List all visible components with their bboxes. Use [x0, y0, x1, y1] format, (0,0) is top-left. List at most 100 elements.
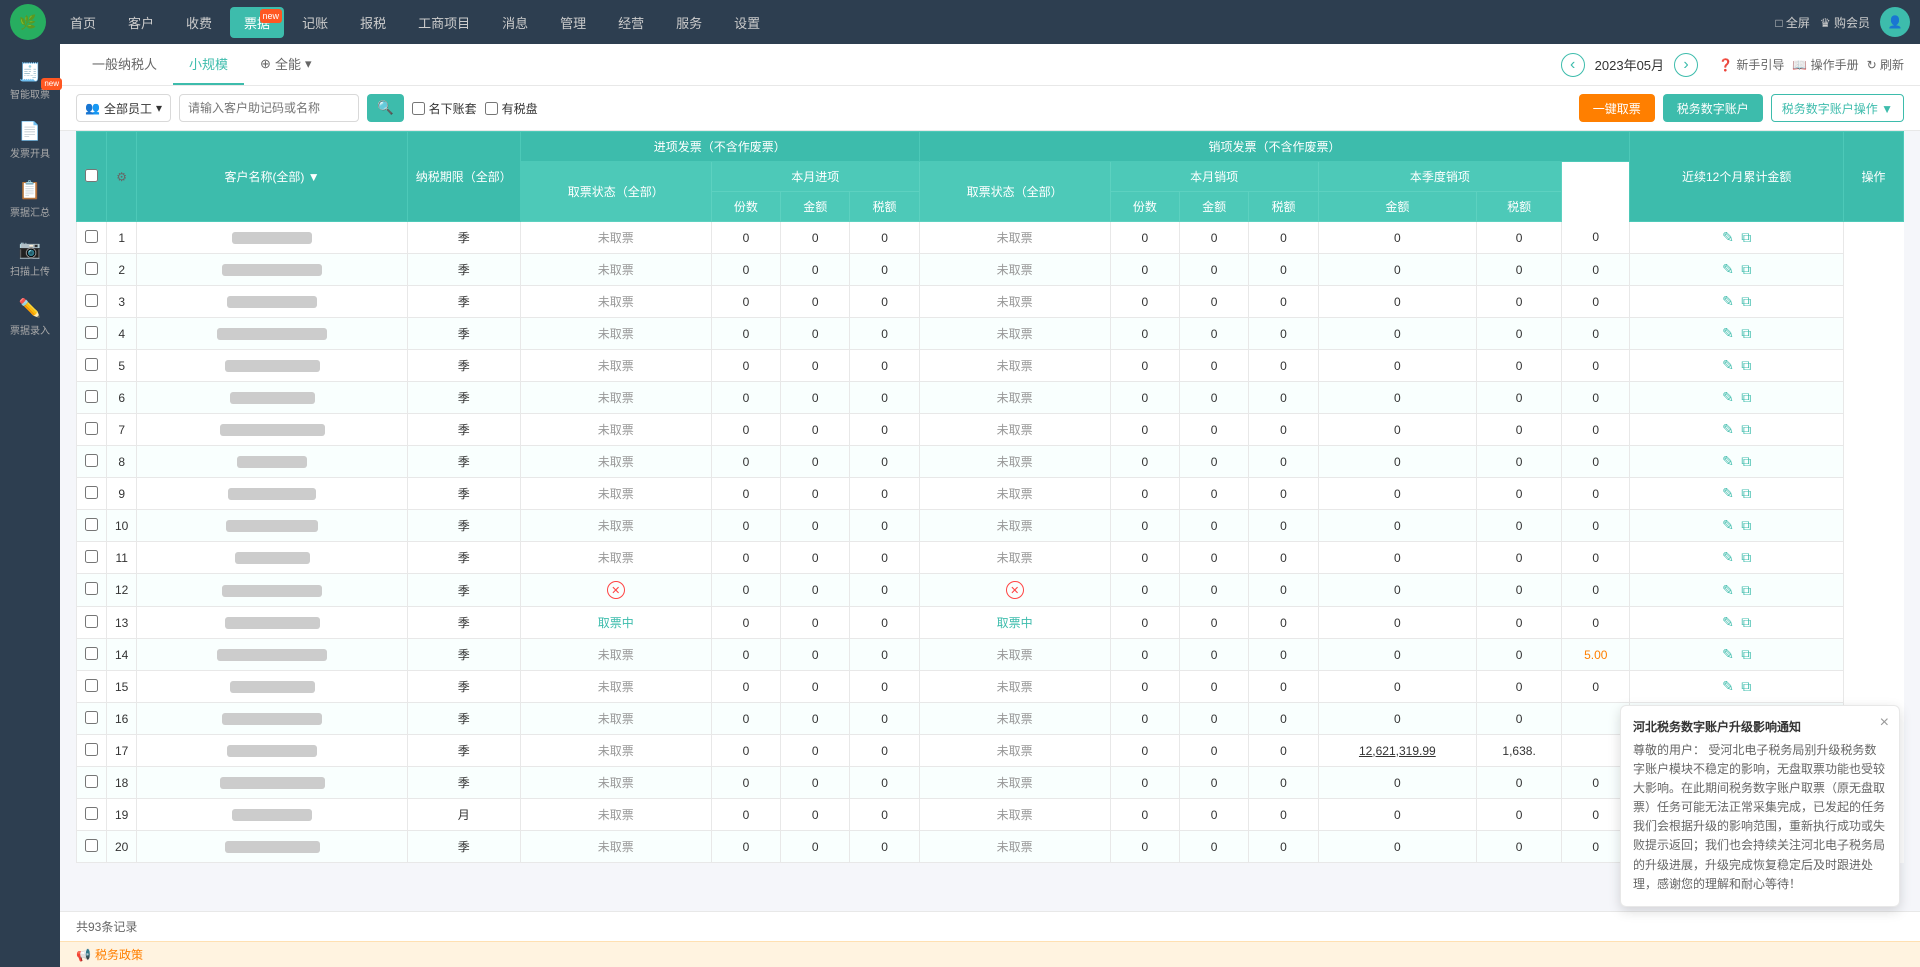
row-checkbox[interactable] — [85, 518, 98, 531]
tab-small-scale[interactable]: 小规模 — [173, 44, 244, 85]
one-click-ticket-btn[interactable]: 一键取票 — [1579, 94, 1655, 122]
copy-icon[interactable]: ⧉ — [1741, 646, 1751, 662]
sidebar-smart-ticket[interactable]: 🧾 智能取票 new — [2, 54, 58, 109]
edit-icon[interactable]: ✎ — [1722, 582, 1734, 598]
edit-icon[interactable]: ✎ — [1722, 614, 1734, 630]
edit-icon[interactable]: ✎ — [1722, 293, 1734, 309]
copy-icon[interactable]: ⧉ — [1741, 325, 1751, 341]
digital-account-btn[interactable]: 税务数字账户 — [1663, 94, 1763, 122]
out-status-cell: 未取票 — [919, 222, 1110, 254]
copy-icon[interactable]: ⧉ — [1741, 229, 1751, 245]
row-checkbox[interactable] — [85, 839, 98, 852]
out-amount-cell: 0 — [1179, 671, 1248, 703]
copy-icon[interactable]: ⧉ — [1741, 678, 1751, 694]
row-checkbox[interactable] — [85, 582, 98, 595]
customer-name-blurred — [228, 488, 316, 500]
row-checkbox[interactable] — [85, 615, 98, 628]
select-all-checkbox[interactable] — [85, 169, 98, 182]
copy-icon[interactable]: ⧉ — [1741, 261, 1751, 277]
settings-icon[interactable]: ⚙ — [116, 170, 127, 184]
nav-business[interactable]: 工商项目 — [404, 7, 484, 38]
nav-home[interactable]: 首页 — [56, 7, 110, 38]
tax-policy-label[interactable]: 税务政策 — [95, 946, 143, 963]
row-checkbox[interactable] — [85, 454, 98, 467]
row-checkbox[interactable] — [85, 358, 98, 371]
row-checkbox[interactable] — [85, 807, 98, 820]
out-status-cell: 未取票 — [919, 414, 1110, 446]
copy-icon[interactable]: ⧉ — [1741, 293, 1751, 309]
date-prev-btn[interactable]: ‹ — [1561, 53, 1585, 77]
sidebar-invoice-open[interactable]: 📄 发票开具 — [2, 113, 58, 168]
nav-operation[interactable]: 经营 — [604, 7, 658, 38]
sidebar-invoice-entry[interactable]: ✏️ 票据录入 — [2, 290, 58, 345]
edit-icon[interactable]: ✎ — [1722, 517, 1734, 533]
top-nav: 🌿 首页 客户 收费 票据 new 记账 报税 工商项目 消息 管理 经营 服务… — [0, 0, 1920, 44]
copy-icon[interactable]: ⧉ — [1741, 485, 1751, 501]
refresh-btn[interactable]: ↻ 刷新 — [1867, 56, 1904, 73]
nav-management[interactable]: 管理 — [546, 7, 600, 38]
edit-icon[interactable]: ✎ — [1722, 421, 1734, 437]
copy-icon[interactable]: ⧉ — [1741, 614, 1751, 630]
tab-general-taxpayer[interactable]: 一般纳税人 — [76, 44, 173, 85]
edit-icon[interactable]: ✎ — [1722, 453, 1734, 469]
edit-icon[interactable]: ✎ — [1722, 549, 1734, 565]
nav-billing[interactable]: 收费 — [172, 7, 226, 38]
employee-select[interactable]: 👥 全部员工 ▾ — [76, 94, 171, 122]
row-checkbox[interactable] — [85, 679, 98, 692]
row-checkbox[interactable] — [85, 390, 98, 403]
edit-icon[interactable]: ✎ — [1722, 357, 1734, 373]
search-input[interactable] — [179, 94, 359, 122]
row-checkbox[interactable] — [85, 711, 98, 724]
copy-icon[interactable]: ⧉ — [1741, 357, 1751, 373]
sidebar-invoice-summary[interactable]: 📋 票据汇总 — [2, 172, 58, 227]
nav-settings[interactable]: 设置 — [720, 7, 774, 38]
copy-icon[interactable]: ⧉ — [1741, 549, 1751, 565]
out-count-cell: 0 — [1110, 767, 1179, 799]
date-next-btn[interactable]: › — [1674, 53, 1698, 77]
row-checkbox[interactable] — [85, 550, 98, 563]
copy-icon[interactable]: ⧉ — [1741, 582, 1751, 598]
row-checkbox[interactable] — [85, 294, 98, 307]
row-checkbox[interactable] — [85, 775, 98, 788]
copy-icon[interactable]: ⧉ — [1741, 389, 1751, 405]
in-status-cell: 未取票 — [520, 767, 711, 799]
membership-btn[interactable]: ♛ 购会员 — [1820, 14, 1870, 31]
edit-icon[interactable]: ✎ — [1722, 261, 1734, 277]
digital-account-ops-btn[interactable]: 税务数字账户操作 ▼ — [1771, 94, 1904, 122]
row-checkbox[interactable] — [85, 230, 98, 243]
edit-icon[interactable]: ✎ — [1722, 389, 1734, 405]
row-checkbox[interactable] — [85, 743, 98, 756]
edit-icon[interactable]: ✎ — [1722, 678, 1734, 694]
row-checkbox[interactable] — [85, 422, 98, 435]
copy-icon[interactable]: ⧉ — [1741, 453, 1751, 469]
checkbox-taxpad-input[interactable] — [485, 102, 498, 115]
qt-amount-cell: 0 — [1318, 510, 1476, 542]
user-avatar[interactable]: 👤 — [1880, 7, 1910, 37]
notification-close-btn[interactable]: × — [1880, 714, 1889, 732]
tab-all[interactable]: ⊕ 全能 ▾ — [244, 44, 327, 85]
edit-icon[interactable]: ✎ — [1722, 485, 1734, 501]
search-button[interactable]: 🔍 — [367, 94, 404, 122]
copy-icon[interactable]: ⧉ — [1741, 421, 1751, 437]
edit-icon[interactable]: ✎ — [1722, 325, 1734, 341]
manual-btn[interactable]: 📖 操作手册 — [1792, 56, 1858, 73]
checkbox-subaccount[interactable]: 名下账套 — [412, 100, 477, 117]
new-guide-btn[interactable]: ❓ 新手引导 — [1718, 56, 1784, 73]
row-checkbox[interactable] — [85, 326, 98, 339]
nav-invoice[interactable]: 票据 new — [230, 7, 284, 38]
sidebar-scan-upload[interactable]: 📷 扫描上传 — [2, 231, 58, 286]
nav-service[interactable]: 服务 — [662, 7, 716, 38]
checkbox-taxpad[interactable]: 有税盘 — [485, 100, 538, 117]
checkbox-subaccount-input[interactable] — [412, 102, 425, 115]
edit-icon[interactable]: ✎ — [1722, 229, 1734, 245]
edit-icon[interactable]: ✎ — [1722, 646, 1734, 662]
nav-message[interactable]: 消息 — [488, 7, 542, 38]
row-checkbox[interactable] — [85, 486, 98, 499]
nav-accounting[interactable]: 记账 — [288, 7, 342, 38]
fullscreen-btn[interactable]: □ 全屏 — [1775, 14, 1810, 31]
row-checkbox[interactable] — [85, 262, 98, 275]
nav-customer[interactable]: 客户 — [114, 7, 168, 38]
copy-icon[interactable]: ⧉ — [1741, 517, 1751, 533]
row-checkbox[interactable] — [85, 647, 98, 660]
nav-tax[interactable]: 报税 — [346, 7, 400, 38]
